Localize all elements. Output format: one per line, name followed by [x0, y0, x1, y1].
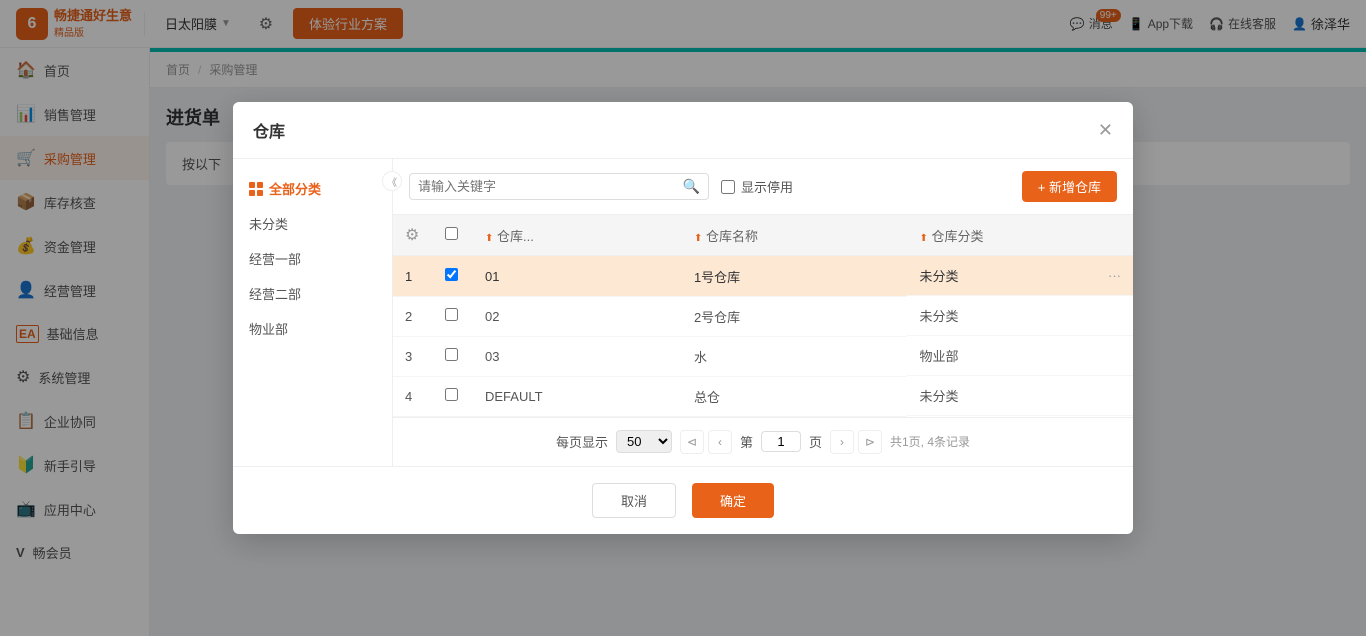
row-checkbox[interactable]	[433, 296, 473, 336]
row-checkbox[interactable]	[433, 336, 473, 376]
modal-close-button[interactable]: ✕	[1098, 121, 1113, 139]
table-header-row: ⚙ ⬆ 仓库... ⬆ 仓库名称	[393, 215, 1133, 256]
modal-toolbar: 🔍 显示停用 + 新增仓库	[393, 159, 1133, 215]
row-code: 02	[473, 296, 682, 336]
page-number-input[interactable]	[761, 431, 801, 452]
row-category: 未分类	[907, 376, 1133, 416]
row-name: 2号仓库	[682, 296, 908, 336]
sort-icon-code: ⬆	[485, 233, 493, 244]
page-nav-next: › ⊳	[830, 430, 882, 454]
row-num: 3	[393, 336, 433, 376]
table-body: 1 01 1号仓库 未分类··· 2 02 2号仓库 未分类 3 03 水 物业…	[393, 256, 1133, 417]
th-name: ⬆ 仓库名称	[682, 215, 908, 256]
row-select-checkbox[interactable]	[445, 268, 458, 281]
next-page-button[interactable]: ›	[830, 430, 854, 454]
select-all-checkbox[interactable]	[445, 227, 458, 240]
first-page-button[interactable]: ⊲	[680, 430, 704, 454]
th-code: ⬆ 仓库...	[473, 215, 682, 256]
search-box: 🔍	[409, 173, 709, 200]
pagination: 每页显示 102050100 ⊲ ‹ 第 页 › ⊳	[393, 417, 1133, 466]
row-category: 未分类	[907, 296, 1133, 336]
prev-page-button[interactable]: ‹	[708, 430, 732, 454]
row-category: 未分类···	[907, 256, 1133, 296]
row-num: 4	[393, 376, 433, 416]
search-input[interactable]	[418, 179, 677, 194]
row-num: 2	[393, 296, 433, 336]
row-name: 水	[682, 336, 908, 376]
th-checkbox	[433, 215, 473, 256]
page-label: 第	[740, 432, 753, 451]
grid-icon	[249, 182, 263, 196]
per-page-select-group: 102050100	[616, 430, 672, 453]
modal-footer: 取消 确定	[233, 466, 1133, 534]
row-code: 03	[473, 336, 682, 376]
modal-header: 仓库 ✕	[233, 102, 1133, 159]
show-disabled-group: 显示停用	[721, 177, 793, 196]
last-page-button[interactable]: ⊳	[858, 430, 882, 454]
row-actions-button[interactable]: ···	[1108, 268, 1121, 283]
table-row[interactable]: 4 DEFAULT 总仓 未分类	[393, 376, 1133, 416]
row-select-checkbox[interactable]	[445, 388, 458, 401]
category-item-dept2[interactable]: 经营二部	[233, 276, 392, 311]
table-row[interactable]: 3 03 水 物业部	[393, 336, 1133, 376]
per-page-select[interactable]: 102050100	[616, 430, 672, 453]
page-nav: ⊲ ‹	[680, 430, 732, 454]
category-header: 全部分类	[233, 171, 392, 206]
row-num: 1	[393, 256, 433, 297]
row-name: 总仓	[682, 376, 908, 416]
row-category: 物业部	[907, 336, 1133, 376]
sort-icon-name: ⬆	[694, 233, 702, 244]
modal-right-panel: 🔍 显示停用 + 新增仓库 ⚙	[393, 159, 1133, 466]
cancel-button[interactable]: 取消	[592, 483, 676, 518]
per-page-label: 每页显示	[556, 432, 608, 451]
table-row[interactable]: 2 02 2号仓库 未分类	[393, 296, 1133, 336]
category-header-label: 全部分类	[269, 179, 321, 198]
page-suffix: 页	[809, 432, 822, 451]
show-disabled-label: 显示停用	[741, 177, 793, 196]
category-item-property[interactable]: 物业部	[233, 311, 392, 346]
row-checkbox[interactable]	[433, 256, 473, 297]
category-sidebar: 《 全部分类 未分类 经营一部 经营二部 物业部	[233, 159, 393, 466]
search-icon[interactable]: 🔍	[683, 178, 700, 195]
row-select-checkbox[interactable]	[445, 348, 458, 361]
th-gear[interactable]: ⚙	[393, 215, 433, 256]
modal-body: 《 全部分类 未分类 经营一部 经营二部 物业部 🔍	[233, 159, 1133, 466]
warehouse-table-element: ⚙ ⬆ 仓库... ⬆ 仓库名称	[393, 215, 1133, 417]
row-code: DEFAULT	[473, 376, 682, 416]
row-name: 1号仓库	[682, 256, 908, 297]
show-disabled-checkbox[interactable]	[721, 180, 735, 194]
add-warehouse-button[interactable]: + 新增仓库	[1022, 171, 1117, 202]
th-category: ⬆ 仓库分类	[907, 215, 1133, 256]
warehouse-table: ⚙ ⬆ 仓库... ⬆ 仓库名称	[393, 215, 1133, 417]
total-info: 共1页, 4条记录	[890, 433, 970, 450]
row-checkbox[interactable]	[433, 376, 473, 416]
warehouse-modal: 仓库 ✕ 《 全部分类 未分类 经营一部 经营二部 物业部	[233, 102, 1133, 534]
row-code: 01	[473, 256, 682, 297]
row-select-checkbox[interactable]	[445, 308, 458, 321]
category-item-unclassified[interactable]: 未分类	[233, 206, 392, 241]
category-item-dept1[interactable]: 经营一部	[233, 241, 392, 276]
confirm-button[interactable]: 确定	[692, 483, 774, 518]
sort-icon-category: ⬆	[919, 233, 927, 244]
table-row[interactable]: 1 01 1号仓库 未分类···	[393, 256, 1133, 297]
modal-title: 仓库	[253, 118, 285, 142]
modal-overlay: 仓库 ✕ 《 全部分类 未分类 经营一部 经营二部 物业部	[0, 0, 1366, 636]
gear-icon[interactable]: ⚙	[405, 227, 419, 244]
